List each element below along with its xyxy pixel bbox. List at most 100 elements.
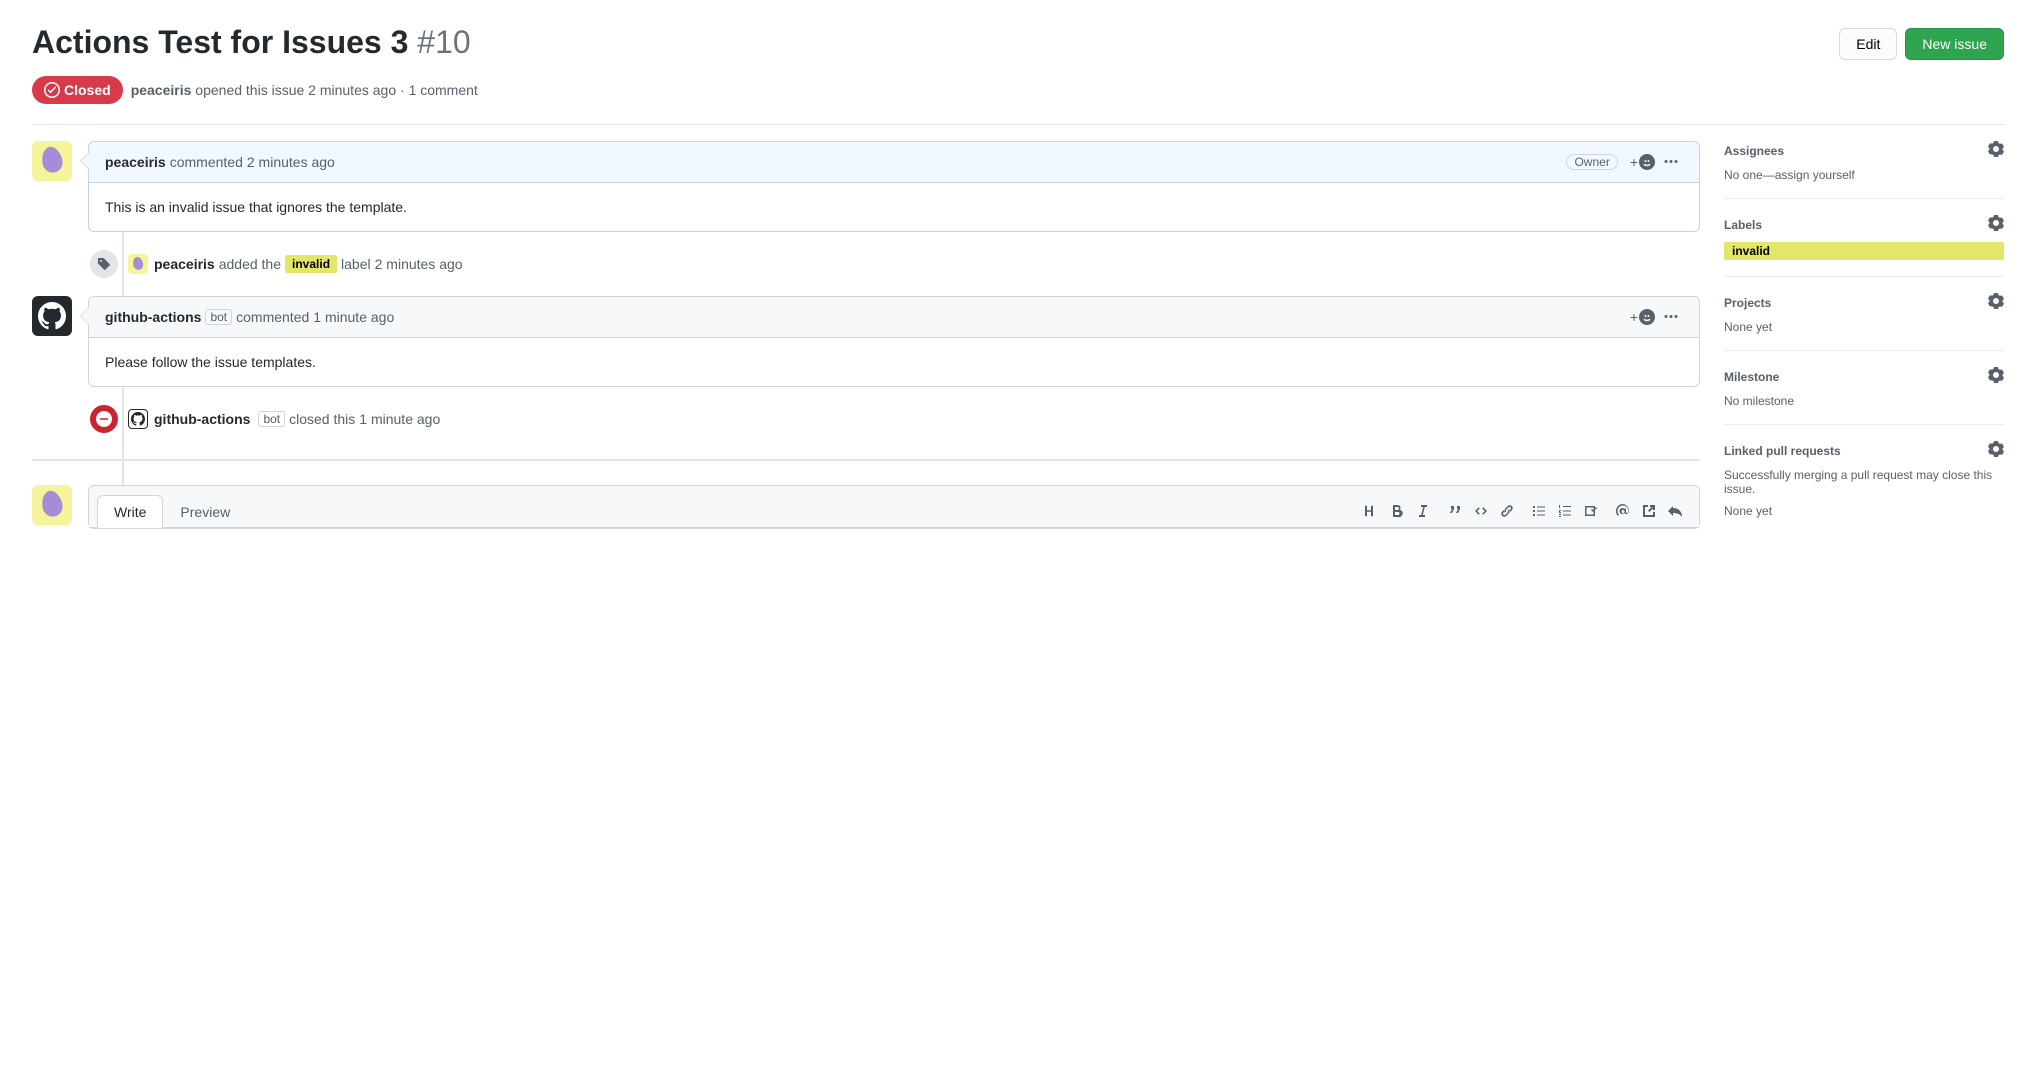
gear-icon (1988, 215, 2004, 231)
github-icon (38, 302, 66, 330)
timeline-event-label: peaceiris added the invalid label 2 minu… (88, 248, 1700, 280)
linked-gear-button[interactable] (1988, 441, 2004, 460)
state-badge-label: Closed (64, 82, 111, 98)
comment-timestamp[interactable]: 2 minutes ago (247, 154, 335, 170)
comment-item: peaceiris commented 2 minutes ago Owner … (32, 141, 1700, 232)
avatar[interactable] (32, 485, 72, 525)
edit-button[interactable]: Edit (1839, 28, 1897, 60)
issue-author-link[interactable]: peaceiris (131, 82, 192, 98)
linked-desc: Successfully merging a pull request may … (1724, 468, 2004, 496)
sidebar-assignees: Assignees No one—assign yourself (1724, 141, 2004, 199)
header-actions: Edit New issue (1839, 24, 2004, 60)
link-icon[interactable] (1499, 503, 1515, 519)
quote-icon[interactable] (1447, 503, 1463, 519)
comment-timestamp[interactable]: 1 minute ago (313, 309, 394, 325)
comment-menu-button[interactable] (1659, 305, 1683, 329)
sidebar-title: Labels (1724, 218, 1762, 232)
avatar-small[interactable] (128, 409, 148, 429)
sidebar-title: Milestone (1724, 370, 1779, 384)
issue-title: Actions Test for Issues 3 #10 (32, 24, 1839, 60)
comment-box: github-actions bot commented 1 minute ag… (88, 296, 1700, 387)
projects-gear-button[interactable] (1988, 293, 2004, 312)
issue-title-text: Actions Test for Issues 3 (32, 24, 408, 60)
smiley-icon (1639, 309, 1655, 325)
mention-icon[interactable] (1615, 503, 1631, 519)
ol-icon[interactable] (1557, 503, 1573, 519)
saved-reply-icon[interactable] (1667, 503, 1683, 519)
label-chip[interactable]: invalid (285, 255, 337, 273)
header-divider (32, 124, 2004, 125)
sidebar-title: Projects (1724, 296, 1771, 310)
comment-form: Write Preview (88, 485, 1700, 529)
milestone-gear-button[interactable] (1988, 367, 2004, 386)
kebab-icon (1663, 154, 1679, 170)
timeline-divider (32, 459, 1700, 461)
event-badge-closed (88, 403, 120, 435)
event-author-link[interactable]: github-actions (154, 411, 250, 427)
no-entry-icon (96, 411, 112, 427)
comment-author-link[interactable]: peaceiris (105, 154, 166, 170)
gear-icon (1988, 441, 2004, 457)
add-reaction-button[interactable]: + (1626, 150, 1659, 174)
comment-box: peaceiris commented 2 minutes ago Owner … (88, 141, 1700, 232)
comment-menu-button[interactable] (1659, 150, 1683, 174)
assignees-gear-button[interactable] (1988, 141, 2004, 160)
sidebar: Assignees No one—assign yourself Labels … (1724, 141, 2004, 534)
event-badge (88, 248, 120, 280)
avatar[interactable] (32, 296, 72, 336)
new-issue-button[interactable]: New issue (1905, 28, 2004, 60)
reference-icon[interactable] (1641, 503, 1657, 519)
state-badge: Closed (32, 76, 123, 104)
new-comment: Write Preview (32, 485, 1700, 529)
avatar-small[interactable] (128, 254, 148, 274)
sidebar-title: Assignees (1724, 144, 1784, 158)
event-timestamp[interactable]: 1 minute ago (359, 411, 440, 427)
tab-preview[interactable]: Preview (163, 495, 247, 528)
owner-badge: Owner (1566, 154, 1617, 170)
sidebar-milestone: Milestone No milestone (1724, 351, 2004, 425)
label-pill[interactable]: invalid (1724, 242, 2004, 260)
gear-icon (1988, 293, 2004, 309)
gear-icon (1988, 141, 2004, 157)
timeline-event-closed: github-actions bot closed this 1 minute … (88, 403, 1700, 435)
comment-verb: commented (236, 309, 309, 325)
linked-empty: None yet (1724, 504, 2004, 518)
issue-meta: Closed peaceiris opened this issue 2 min… (32, 76, 2004, 104)
projects-empty: None yet (1724, 320, 2004, 334)
sidebar-title: Linked pull requests (1724, 444, 1841, 458)
ul-icon[interactable] (1531, 503, 1547, 519)
comment-tabs: Write Preview (89, 486, 1699, 528)
comment-header: github-actions bot commented 1 minute ag… (89, 297, 1699, 338)
avatar[interactable] (32, 141, 72, 181)
bold-icon[interactable] (1389, 503, 1405, 519)
gear-icon (1988, 367, 2004, 383)
tab-write[interactable]: Write (97, 495, 163, 528)
comment-author-link[interactable]: github-actions (105, 309, 201, 325)
sidebar-labels: Labels invalid (1724, 199, 2004, 277)
comment-body: Please follow the issue templates. (89, 338, 1699, 386)
comment-verb: commented (170, 154, 243, 170)
comment-header: peaceiris commented 2 minutes ago Owner … (89, 142, 1699, 183)
event-timestamp[interactable]: 2 minutes ago (375, 256, 463, 272)
bot-badge: bot (258, 411, 285, 427)
timeline: peaceiris commented 2 minutes ago Owner … (32, 141, 1700, 529)
italic-icon[interactable] (1415, 503, 1431, 519)
issue-header: Actions Test for Issues 3 #10 Edit New i… (32, 24, 2004, 68)
closed-icon (44, 82, 60, 98)
event-author-link[interactable]: peaceiris (154, 256, 215, 272)
bot-badge: bot (205, 309, 232, 325)
github-icon (131, 412, 145, 426)
labels-gear-button[interactable] (1988, 215, 2004, 234)
sidebar-linked-prs: Linked pull requests Successfully mergin… (1724, 425, 2004, 534)
comment-body: This is an invalid issue that ignores th… (89, 183, 1699, 231)
milestone-empty: No milestone (1724, 394, 2004, 408)
add-reaction-button[interactable]: + (1626, 305, 1659, 329)
assign-yourself-link[interactable]: assign yourself (1775, 168, 1855, 182)
sidebar-projects: Projects None yet (1724, 277, 2004, 351)
heading-icon[interactable] (1363, 503, 1379, 519)
md-toolbar (1363, 503, 1691, 519)
tasklist-icon[interactable] (1583, 503, 1599, 519)
code-icon[interactable] (1473, 503, 1489, 519)
comment-item: github-actions bot commented 1 minute ag… (32, 296, 1700, 387)
smiley-icon (1639, 154, 1655, 170)
